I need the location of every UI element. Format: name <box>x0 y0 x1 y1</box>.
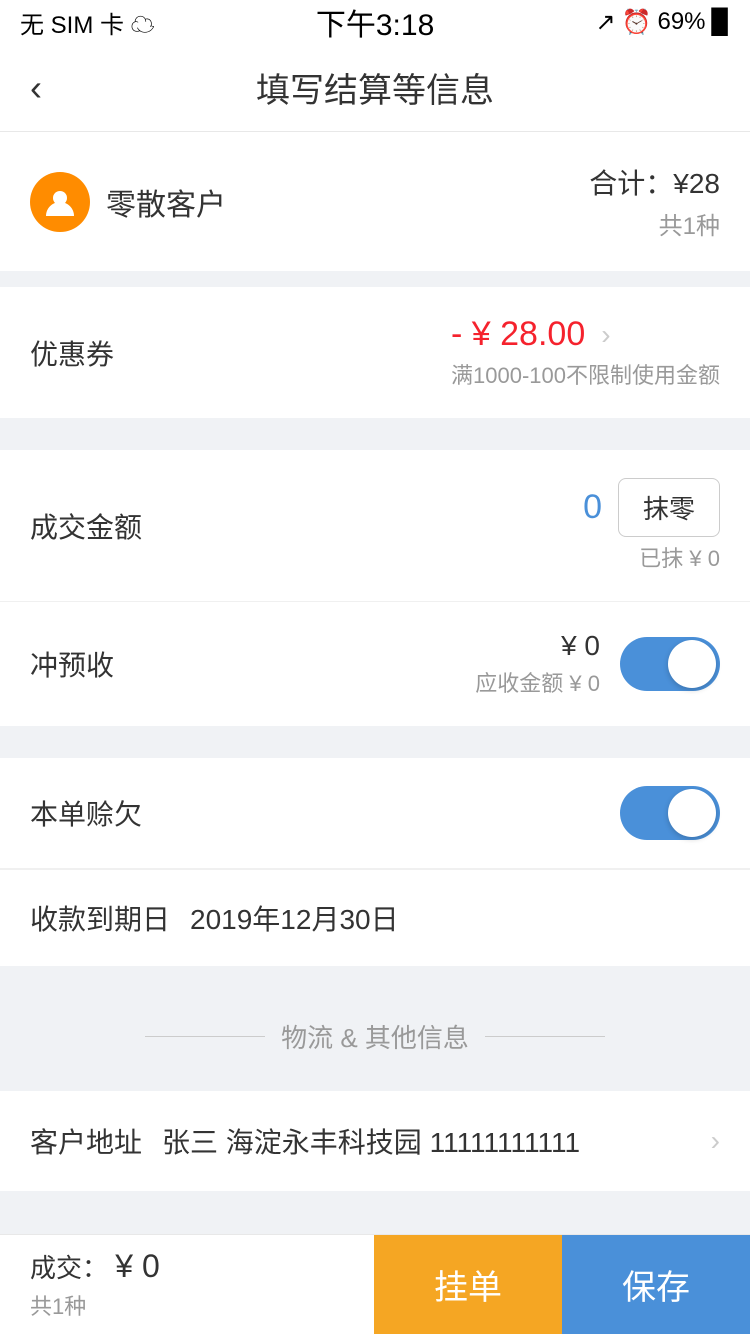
bottom-bar: 成交： ¥ 0 共1种 挂单 保存 <box>0 1234 750 1334</box>
debt-section: 本单赊欠 收款到期日 2019年12月30日 <box>0 758 750 966</box>
back-button[interactable]: ‹ <box>30 67 42 109</box>
status-right: ↗ ⏰ 69% ▉ <box>595 8 730 37</box>
battery-icon: ▉ <box>712 8 730 37</box>
debt-toggle-knob <box>668 789 716 837</box>
bottom-deal-label: 成交： <box>30 1253 108 1283</box>
due-date-label: 收款到期日 <box>30 898 170 938</box>
advance-payment-label: 冲预收 <box>30 644 114 684</box>
address-value: 张三 海淀永丰科技园 11111111111 <box>162 1121 691 1161</box>
divider-1 <box>0 434 750 450</box>
bottom-summary-top: 成交： ¥ 0 <box>30 1248 344 1285</box>
battery-text: 69% <box>657 8 705 36</box>
coupon-discount: - ¥ 28.00 <box>451 315 585 354</box>
logistics-divider: 物流 & 其他信息 <box>0 998 750 1075</box>
amount-section: 成交金额 0 抹零 已抹 ¥ 0 冲预收 ¥ 0 应收金额 ¥ 0 <box>0 450 750 726</box>
customer-count: 共1种 <box>589 206 720 241</box>
coupon-row[interactable]: 优惠券 - ¥ 28.00 › 满1000-100不限制使用金额 <box>0 287 750 418</box>
divider-4 <box>0 1075 750 1091</box>
round-zero-button[interactable]: 抹零 <box>618 478 720 537</box>
address-label: 客户地址 <box>30 1121 142 1161</box>
deal-amount-row: 成交金额 0 抹零 已抹 ¥ 0 <box>0 450 750 602</box>
bottom-summary: 成交： ¥ 0 共1种 <box>0 1248 374 1321</box>
logistics-label: 物流 & 其他信息 <box>281 1018 469 1055</box>
address-chevron-icon: › <box>711 1125 720 1157</box>
customer-name: 零散客户 <box>106 180 226 224</box>
customer-avatar <box>30 172 90 232</box>
coupon-section: 优惠券 - ¥ 28.00 › 满1000-100不限制使用金额 <box>0 287 750 418</box>
advance-payment-amount: ¥ 0 <box>475 630 600 662</box>
deal-amount-wrap: 0 抹零 <box>583 478 720 537</box>
due-date-row: 收款到期日 2019年12月30日 <box>0 869 750 966</box>
status-time: 下午3:18 <box>316 0 434 44</box>
status-bar: 无 SIM 卡 ☁ 下午3:18 ↗ ⏰ 69% ▉ <box>0 0 750 44</box>
advance-payment-sub: 应收金额 ¥ 0 <box>475 666 600 698</box>
location-icon: ↗ <box>595 8 615 37</box>
toggle-knob <box>668 640 716 688</box>
save-button[interactable]: 保存 <box>562 1235 750 1334</box>
coupon-description: 满1000-100不限制使用金额 <box>451 358 720 390</box>
alarm-icon: ⏰ <box>622 8 652 37</box>
advance-payment-right: ¥ 0 应收金额 ¥ 0 <box>475 630 720 698</box>
content: 零散客户 合计：¥28 共1种 优惠券 - ¥ 28.00 › 满1000-10… <box>0 132 750 1311</box>
logistics-divider-line: 物流 & 其他信息 <box>0 1018 750 1055</box>
bottom-count: 共1种 <box>30 1289 344 1321</box>
customer-total: 合计：¥28 <box>589 162 720 202</box>
deal-amount-sub: 已抹 ¥ 0 <box>583 541 720 573</box>
customer-right: 合计：¥28 共1种 <box>589 162 720 241</box>
advance-payment-info: ¥ 0 应收金额 ¥ 0 <box>475 630 600 698</box>
debt-label: 本单赊欠 <box>30 793 142 833</box>
deal-amount-right: 0 抹零 已抹 ¥ 0 <box>583 478 720 573</box>
advance-payment-row: 冲预收 ¥ 0 应收金额 ¥ 0 <box>0 602 750 726</box>
customer-section: 零散客户 合计：¥28 共1种 <box>0 132 750 271</box>
chevron-right-icon: › <box>601 319 610 351</box>
debt-row: 本单赊欠 <box>0 758 750 869</box>
due-date-value: 2019年12月30日 <box>190 898 399 938</box>
debt-toggle[interactable] <box>620 786 720 840</box>
coupon-right: - ¥ 28.00 › 满1000-100不限制使用金额 <box>451 315 720 390</box>
divider-3 <box>0 982 750 998</box>
deal-amount-value: 0 <box>583 488 602 527</box>
nav-bar: ‹ 填写结算等信息 <box>0 44 750 132</box>
divider-2 <box>0 742 750 758</box>
bottom-deal-amount: ¥ 0 <box>115 1248 159 1284</box>
advance-payment-toggle[interactable] <box>620 637 720 691</box>
user-icon <box>42 184 78 220</box>
deal-amount-label: 成交金额 <box>30 506 142 546</box>
status-left: 无 SIM 卡 ☁ <box>20 5 155 40</box>
customer-left: 零散客户 <box>30 172 226 232</box>
hang-order-button[interactable]: 挂单 <box>374 1235 562 1334</box>
address-row[interactable]: 客户地址 张三 海淀永丰科技园 11111111111 › <box>0 1091 750 1191</box>
page-title: 填写结算等信息 <box>256 63 494 112</box>
coupon-label: 优惠券 <box>30 333 114 373</box>
sim-status: 无 SIM 卡 ☁ <box>20 5 155 40</box>
